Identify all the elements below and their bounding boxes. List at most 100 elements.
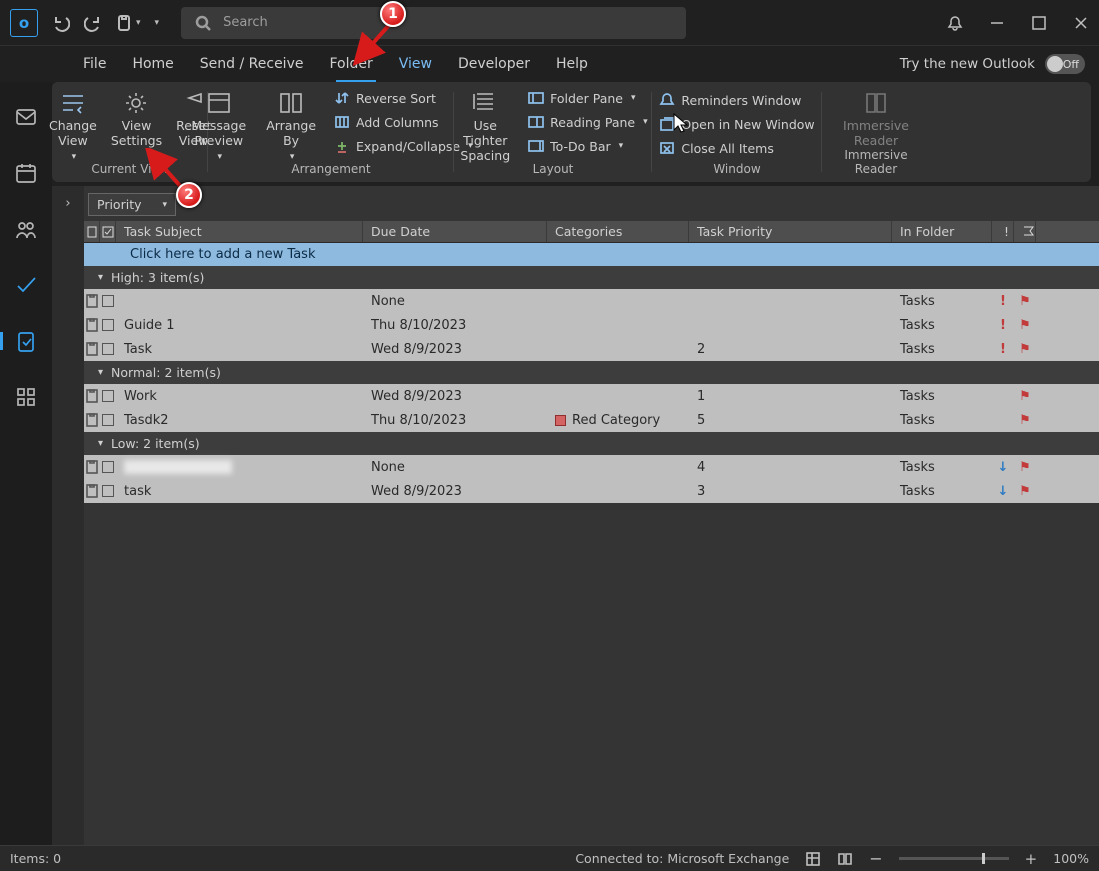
search-input[interactable]: Search: [181, 7, 686, 39]
col-flag-filter[interactable]: [1014, 221, 1036, 242]
cell-priority: 4: [689, 460, 892, 475]
checkbox[interactable]: [102, 485, 114, 497]
todo-bar-icon: [528, 138, 544, 154]
immersive-reader-button[interactable]: Immersive Reader: [837, 86, 915, 152]
minimize-button[interactable]: [989, 15, 1005, 31]
group-header[interactable]: ▾High: 3 item(s): [84, 266, 1099, 289]
group-caption-window: Window: [652, 162, 822, 176]
col-folder[interactable]: In Folder: [892, 221, 992, 242]
checkbox[interactable]: [102, 461, 114, 473]
tab-file[interactable]: File: [70, 50, 119, 78]
col-due[interactable]: Due Date: [363, 221, 547, 242]
cell-subject: [116, 460, 363, 474]
cell-due: None: [363, 294, 547, 309]
checkbox[interactable]: [102, 390, 114, 402]
table-row[interactable]: None Tasks!⚑: [84, 289, 1099, 313]
cursor-icon: [672, 112, 690, 134]
table-row[interactable]: WorkWed 8/9/20231Tasks⚑: [84, 384, 1099, 408]
group-caption-layout: Layout: [454, 162, 652, 176]
view-reading-icon[interactable]: [837, 851, 853, 867]
cell-flag[interactable]: ⚑: [1014, 484, 1036, 499]
cell-category: Red Category: [547, 413, 689, 428]
zoom-level: 100%: [1053, 851, 1089, 866]
checkbox[interactable]: [102, 295, 114, 307]
new-task-row[interactable]: Click here to add a new Task: [84, 243, 1099, 266]
redo-button[interactable]: [84, 14, 102, 32]
view-normal-icon[interactable]: [805, 851, 821, 867]
checkbox[interactable]: [102, 414, 114, 426]
folder-pane-button[interactable]: Folder Pane▾: [524, 88, 652, 108]
cell-due: None: [363, 460, 547, 475]
nav-rail: [0, 82, 52, 845]
reminders-window-button[interactable]: Reminders Window: [655, 90, 818, 110]
cell-folder: Tasks: [892, 294, 992, 309]
tighter-spacing-button[interactable]: Use Tighter Spacing: [454, 86, 516, 167]
table-row[interactable]: Guide 1Thu 8/10/2023Tasks!⚑: [84, 313, 1099, 337]
cell-flag[interactable]: ⚑: [1014, 389, 1036, 404]
chevron-down-icon: ▾: [162, 200, 167, 210]
bell-icon[interactable]: [947, 15, 963, 31]
rail-apps[interactable]: [15, 386, 37, 408]
table-row[interactable]: taskWed 8/9/20233Tasks↓⚑: [84, 479, 1099, 503]
close-all-button[interactable]: Close All Items: [655, 138, 818, 158]
group-header[interactable]: ▾Normal: 2 item(s): [84, 361, 1099, 384]
mail-icon: [15, 106, 37, 128]
rail-tasks[interactable]: [15, 330, 37, 352]
todo-bar-button[interactable]: To-Do Bar▾: [524, 136, 652, 156]
cell-flag[interactable]: ⚑: [1014, 294, 1036, 309]
grid-icon: [15, 386, 37, 408]
col-priority[interactable]: Task Priority: [689, 221, 892, 242]
try-outlook-toggle[interactable]: Off: [1045, 54, 1085, 74]
reading-pane-button[interactable]: Reading Pane▾: [524, 112, 652, 132]
table-row[interactable]: Tasdk2Thu 8/10/2023 Red Category5Tasks⚑: [84, 408, 1099, 432]
group-by-priority-dropdown[interactable]: Priority▾: [88, 193, 176, 216]
col-subject[interactable]: Task Subject: [116, 221, 363, 242]
tab-help[interactable]: Help: [543, 50, 601, 78]
folder-pane-icon: [528, 90, 544, 106]
cell-importance: ↓: [992, 460, 1014, 475]
qat-extra-button[interactable]: ▾: [116, 14, 141, 32]
cell-importance: !: [992, 294, 1014, 309]
zoom-out-button[interactable]: −: [869, 849, 882, 868]
col-complete[interactable]: [100, 221, 116, 242]
group-header[interactable]: ▾Low: 2 item(s): [84, 432, 1099, 455]
rail-people[interactable]: [15, 218, 37, 240]
cell-flag[interactable]: ⚑: [1014, 460, 1036, 475]
sort-swap-icon: [334, 90, 350, 106]
zoom-in-button[interactable]: +: [1025, 850, 1038, 868]
table-row[interactable]: TaskWed 8/9/20232Tasks!⚑: [84, 337, 1099, 361]
tab-send[interactable]: Send / Receive: [187, 50, 317, 78]
folder-pane-expander[interactable]: ›: [52, 186, 84, 845]
cell-importance: !: [992, 342, 1014, 357]
table-row[interactable]: None4Tasks↓⚑: [84, 455, 1099, 479]
col-importance[interactable]: !: [992, 221, 1014, 242]
rail-todo[interactable]: [15, 274, 37, 296]
rail-calendar[interactable]: [15, 162, 37, 184]
arrange-by-button[interactable]: Arrange By▾: [260, 86, 322, 169]
undo-button[interactable]: [52, 14, 70, 32]
search-placeholder: Search: [223, 15, 268, 30]
col-cat[interactable]: Categories: [547, 221, 689, 242]
redo-icon: [84, 14, 102, 32]
tab-home[interactable]: Home: [119, 50, 186, 78]
cell-flag[interactable]: ⚑: [1014, 342, 1036, 357]
checkbox[interactable]: [102, 319, 114, 331]
cell-folder: Tasks: [892, 318, 992, 333]
task-icon: [85, 413, 99, 427]
book-icon: [863, 90, 889, 116]
rail-mail[interactable]: [15, 106, 37, 128]
task-icon: [85, 318, 99, 332]
cell-priority: 1: [689, 389, 892, 404]
checkbox[interactable]: [102, 343, 114, 355]
close-button[interactable]: [1073, 15, 1089, 31]
cell-flag[interactable]: ⚑: [1014, 318, 1036, 333]
qat-customize-icon[interactable]: ▾: [155, 18, 160, 28]
maximize-button[interactable]: [1031, 15, 1047, 31]
cell-flag[interactable]: ⚑: [1014, 413, 1036, 428]
message-preview-button[interactable]: Message Preview▾: [185, 86, 252, 169]
zoom-slider[interactable]: [899, 857, 1009, 860]
people-icon: [15, 218, 37, 240]
change-view-button[interactable]: Change View▾: [43, 86, 103, 169]
col-icon[interactable]: [84, 221, 100, 242]
tab-developer[interactable]: Developer: [445, 50, 543, 78]
